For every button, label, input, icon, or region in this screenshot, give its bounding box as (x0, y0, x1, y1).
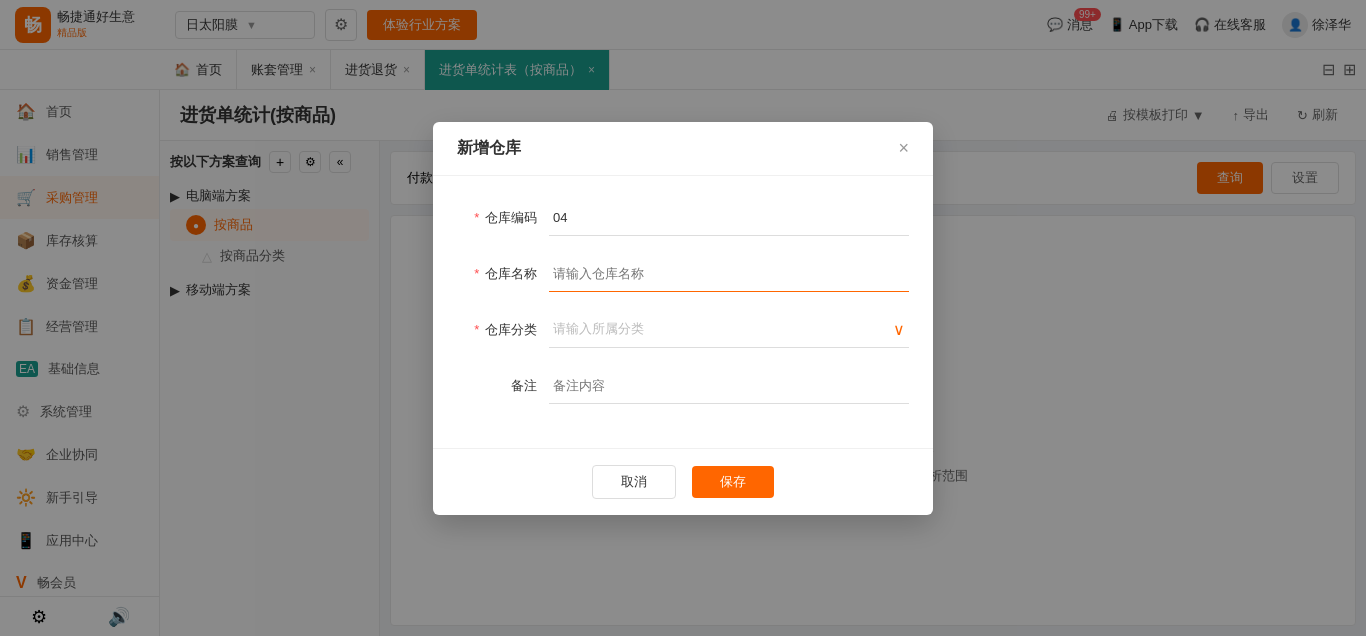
modal-header: 新增仓库 × (433, 122, 933, 176)
cancel-button[interactable]: 取消 (592, 465, 676, 499)
warehouse-note-input[interactable] (549, 368, 909, 404)
warehouse-category-select[interactable]: 请输入所属分类 ∨ (549, 312, 909, 348)
modal-new-warehouse: 新增仓库 × * 仓库编码 * 仓库名称 (433, 122, 933, 515)
modal-footer: 取消 保存 (433, 448, 933, 515)
category-chevron-icon: ∨ (893, 320, 905, 339)
form-row-note: 备注 (457, 368, 909, 404)
form-row-category: * 仓库分类 请输入所属分类 ∨ (457, 312, 909, 348)
modal-close-button[interactable]: × (898, 139, 909, 157)
warehouse-name-input[interactable] (549, 256, 909, 292)
modal-overlay[interactable]: 新增仓库 × * 仓库编码 * 仓库名称 (0, 0, 1366, 636)
category-label: * 仓库分类 (457, 321, 537, 339)
code-label: * 仓库编码 (457, 209, 537, 227)
required-star: * (474, 210, 479, 225)
name-label: * 仓库名称 (457, 265, 537, 283)
form-row-name: * 仓库名称 (457, 256, 909, 292)
note-label: 备注 (457, 377, 537, 395)
save-button[interactable]: 保存 (692, 466, 774, 498)
modal-body: * 仓库编码 * 仓库名称 * 仓库分类 请输入 (433, 176, 933, 448)
warehouse-code-input[interactable] (549, 200, 909, 236)
modal-title: 新增仓库 (457, 138, 521, 159)
form-row-code: * 仓库编码 (457, 200, 909, 236)
